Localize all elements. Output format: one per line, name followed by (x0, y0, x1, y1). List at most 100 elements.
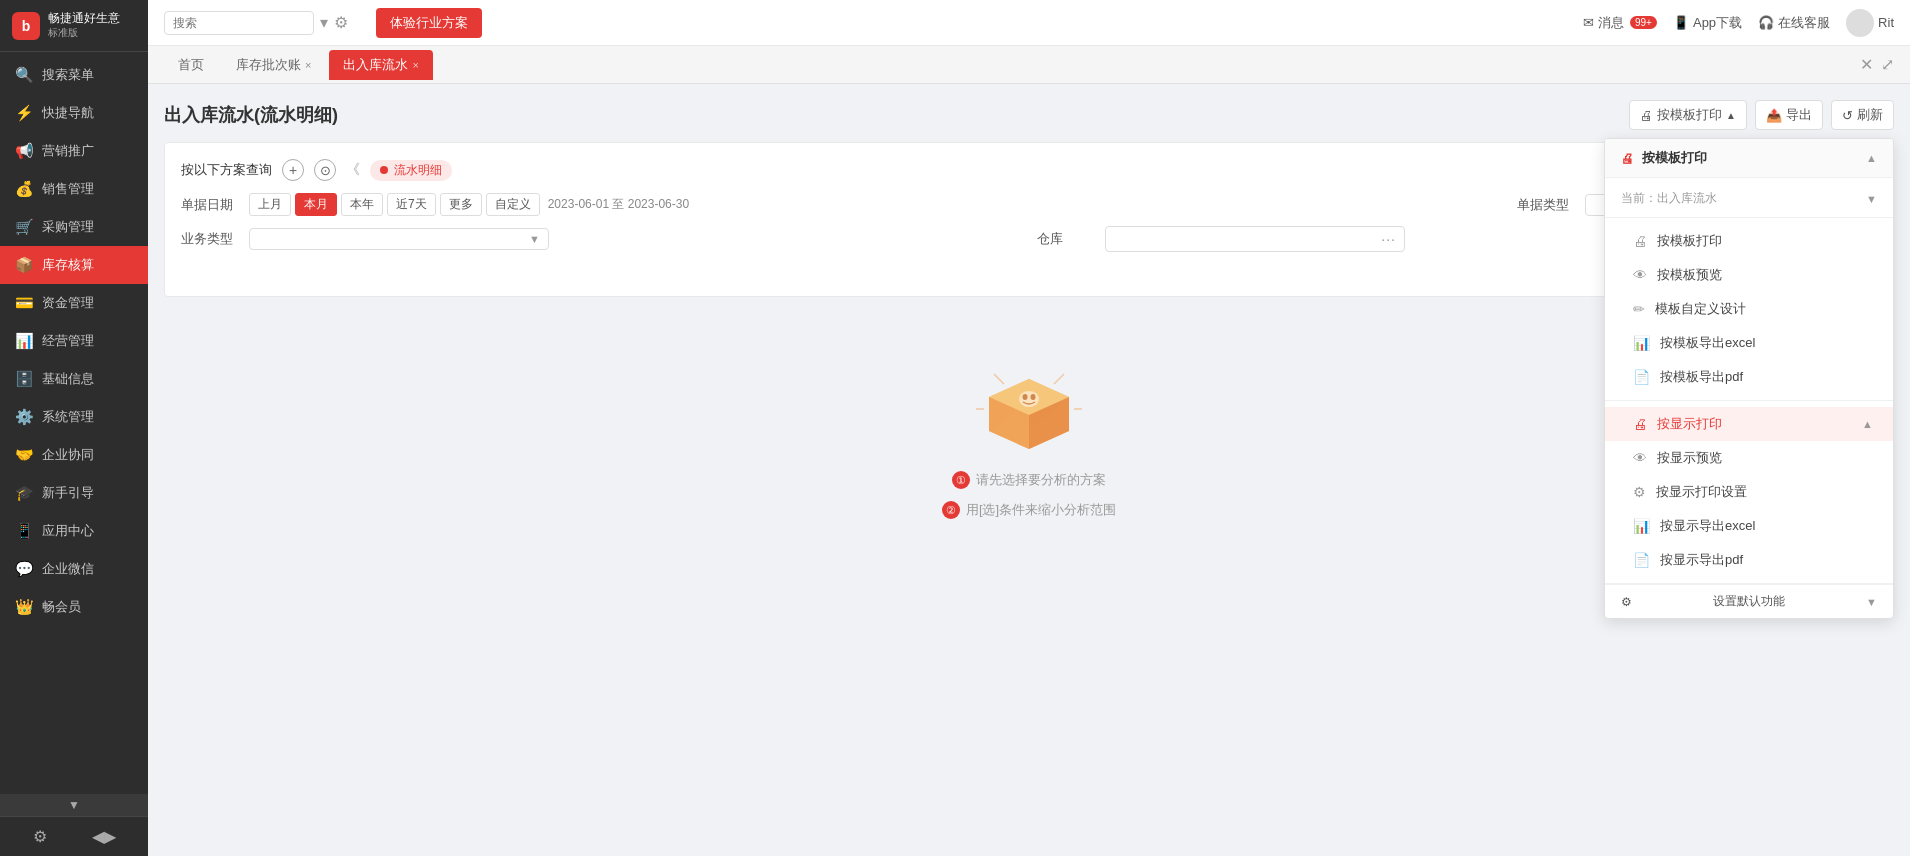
dropdown-footer[interactable]: ⚙ 设置默认功能 ▼ (1605, 584, 1893, 618)
maximize-window-btn[interactable]: ⤢ (1881, 55, 1894, 74)
dropdown-item-template_preview[interactable]: 👁 按模板预览 (1605, 258, 1893, 292)
app-download-btn[interactable]: 📱 App下载 (1673, 14, 1742, 32)
collapse-filter-btn[interactable]: 《 (346, 161, 360, 179)
dropdown-item-template_print[interactable]: 🖨按模板打印 (1605, 224, 1893, 258)
sidebar-item-quicknav[interactable]: ⚡快捷导航 (0, 94, 148, 132)
date-btn-more[interactable]: 更多 (440, 193, 482, 216)
close-window-btn[interactable]: ✕ (1860, 55, 1873, 74)
dropdown-item-display_excel[interactable]: 📊按显示导出excel (1605, 509, 1893, 543)
print-icon: 🖨 (1640, 108, 1653, 123)
sidebar-scroll[interactable]: ▼ (0, 794, 148, 816)
sidebar-item-search[interactable]: 🔍 搜索菜单 (0, 56, 148, 94)
dropdown-item-template_pdf[interactable]: 📄按模板导出pdf (1605, 360, 1893, 394)
hint-2: ② 用[选]条件来缩小分析范围 (942, 501, 1116, 519)
date-btn-last7days[interactable]: 近7天 (387, 193, 436, 216)
content-area: 出入库流水(流水明细) 🖨 按模板打印 ▲ 📤 导出 ↺ 刷新 (148, 84, 1910, 856)
svg-line-8 (1054, 374, 1064, 384)
page-actions: 🖨 按模板打印 ▲ 📤 导出 ↺ 刷新 🖨 (1629, 100, 1894, 130)
sidebar-item-system[interactable]: ⚙️系统管理 (0, 398, 148, 436)
display-chevron-icon[interactable]: ▲ (1862, 418, 1873, 430)
type-label: 单据类型 (1517, 196, 1577, 214)
sidebar-footer: ⚙ ◀▶ (0, 816, 148, 856)
dropdown-item-display_print_settings[interactable]: ⚙按显示打印设置 (1605, 475, 1893, 509)
date-btn-custom[interactable]: 自定义 (486, 193, 540, 216)
tab-close-batch[interactable]: × (305, 59, 311, 71)
warehouse-select[interactable]: ··· (1105, 226, 1405, 252)
user-avatar[interactable]: Rit (1846, 9, 1894, 37)
sidebar-item-wechat[interactable]: 💬企业微信 (0, 550, 148, 588)
dropdown-header: 🖨 按模板打印 ▲ (1605, 139, 1893, 178)
nav-label-search: 搜索菜单 (42, 66, 94, 84)
add-filter-btn[interactable]: + (282, 159, 304, 181)
filter-tag-label: 流水明细 (394, 162, 442, 179)
sidebar-item-appcenter[interactable]: 📱应用中心 (0, 512, 148, 550)
filter-settings-btn[interactable]: ⊙ (314, 159, 336, 181)
label-template_preview: 按模板预览 (1657, 266, 1722, 284)
sidebar-item-basic[interactable]: 🗄️基础信息 (0, 360, 148, 398)
icon-display_pdf: 📄 (1633, 552, 1650, 568)
current-chevron-icon[interactable]: ▼ (1866, 193, 1877, 205)
label-template_print: 按模板打印 (1657, 232, 1722, 250)
nav-icon-quicknav: ⚡ (14, 104, 34, 122)
nav-icon-search: 🔍 (14, 66, 34, 84)
settings-icon[interactable]: ⚙ (33, 827, 47, 846)
tab-label-batch: 库存批次账 (236, 56, 301, 74)
hint-num-2: ② (942, 501, 960, 519)
main-area: ▾ ⚙ 体验行业方案 ✉ 消息 99+ 📱 App下载 🎧 在线客服 Rit (148, 0, 1910, 856)
nav-label-operation: 经营管理 (42, 332, 94, 350)
dropdown-item-display_pdf[interactable]: 📄按显示导出pdf (1605, 543, 1893, 577)
sidebar-item-member[interactable]: 👑畅会员 (0, 588, 148, 626)
export-btn[interactable]: 📤 导出 (1755, 100, 1823, 130)
sidebar-item-marketing[interactable]: 📢营销推广 (0, 132, 148, 170)
icon-template_preview: 👁 (1633, 267, 1647, 283)
message-btn[interactable]: ✉ 消息 99+ (1583, 14, 1657, 32)
dropdown-up-icon[interactable]: ▲ (1866, 152, 1877, 164)
customer-service-btn[interactable]: 🎧 在线客服 (1758, 14, 1830, 32)
dropdown-item-template_custom[interactable]: ✏模板自定义设计 (1605, 292, 1893, 326)
business-type-select[interactable]: ▼ (249, 228, 549, 250)
tab-close-flow[interactable]: × (412, 59, 418, 71)
sidebar-item-inventory[interactable]: 📦库存核算 (0, 246, 148, 284)
date-btn-last_month[interactable]: 上月 (249, 193, 291, 216)
scroll-down-icon[interactable]: ▼ (68, 798, 80, 812)
print-dropdown-panel: 🖨 按模板打印 ▲ 当前：出入库流水 ▼ 🖨按模板打印👁按模板预览✏模板自定义设… (1604, 138, 1894, 619)
warehouse-label: 仓库 (1037, 230, 1097, 248)
refresh-btn[interactable]: ↺ 刷新 (1831, 100, 1894, 130)
tab-batch[interactable]: 库存批次账 × (222, 50, 325, 80)
tab-home[interactable]: 首页 (164, 50, 218, 80)
sidebar-item-operation[interactable]: 📊 经营管理 (0, 322, 148, 360)
print-btn[interactable]: 🖨 按模板打印 ▲ (1629, 100, 1747, 130)
nav-icon-sales: 💰 (14, 180, 34, 198)
label-template_pdf: 按模板导出pdf (1660, 368, 1743, 386)
sidebar-item-enterprise[interactable]: 🤝企业协同 (0, 436, 148, 474)
page-header: 出入库流水(流水明细) 🖨 按模板打印 ▲ 📤 导出 ↺ 刷新 (164, 100, 1894, 130)
export-icon: 📤 (1766, 108, 1782, 123)
nav-label-guide: 新手引导 (42, 484, 94, 502)
date-btn-current_month[interactable]: 本月 (295, 193, 337, 216)
label-display_excel: 按显示导出excel (1660, 517, 1755, 535)
tabs-right: ✕ ⤢ (1860, 55, 1894, 74)
date-btn-current_year[interactable]: 本年 (341, 193, 383, 216)
label-template_custom: 模板自定义设计 (1655, 300, 1746, 318)
sidebar-item-sales[interactable]: 💰销售管理 (0, 170, 148, 208)
tabs-bar: 首页库存批次账×出入库流水× ✕ ⤢ (148, 46, 1910, 84)
settings-gear-icon[interactable]: ⚙ (334, 13, 348, 32)
dropdown-item-template_excel[interactable]: 📊按模板导出excel (1605, 326, 1893, 360)
sidebar-item-guide[interactable]: 🎓新手引导 (0, 474, 148, 512)
sidebar-item-finance[interactable]: 💳资金管理 (0, 284, 148, 322)
nav-icon-appcenter: 📱 (14, 522, 34, 540)
display-section-header-item[interactable]: 🖨 按显示打印 ▲ (1605, 407, 1893, 441)
sidebar-item-purchase[interactable]: 🛒采购管理 (0, 208, 148, 246)
settings-default-icon: ⚙ (1621, 595, 1632, 609)
dropdown-item-display_preview[interactable]: 👁按显示预览 (1605, 441, 1893, 475)
search-input[interactable] (164, 11, 314, 35)
gear-icon[interactable]: ▾ (320, 13, 328, 32)
collapse-icon[interactable]: ◀▶ (92, 827, 116, 846)
footer-chevron-icon: ▼ (1866, 596, 1877, 608)
tab-flow[interactable]: 出入库流水× (329, 50, 432, 80)
avatar-image (1846, 9, 1874, 37)
nav-icon-operation: 📊 (14, 332, 34, 350)
refresh-icon: ↺ (1842, 108, 1853, 123)
label-display_print_settings: 按显示打印设置 (1656, 483, 1747, 501)
trial-btn[interactable]: 体验行业方案 (376, 8, 482, 38)
